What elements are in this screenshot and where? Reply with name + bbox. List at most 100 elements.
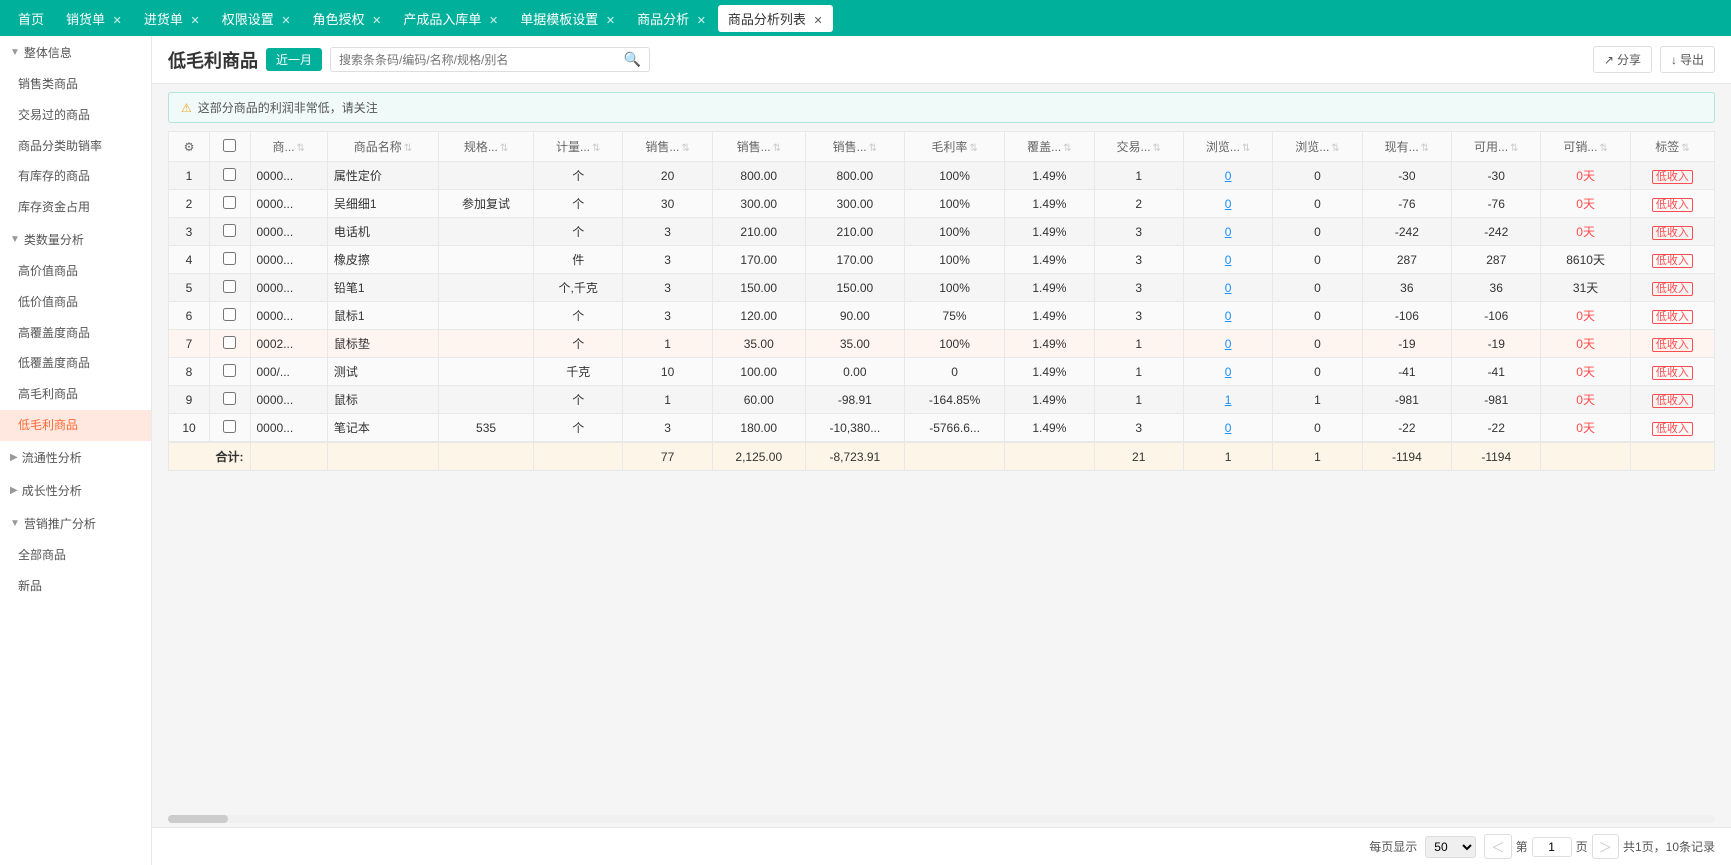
- sidebar-item-low-coverage[interactable]: 低覆盖度商品: [0, 348, 151, 379]
- row-checkbox[interactable]: [223, 364, 236, 377]
- sidebar-item-high-coverage[interactable]: 高覆盖度商品: [0, 318, 151, 349]
- cell-saleable: 0天: [1541, 386, 1630, 414]
- cell-checkbox[interactable]: [210, 302, 250, 330]
- cell-browse1[interactable]: 0: [1183, 330, 1272, 358]
- search-input[interactable]: [339, 53, 624, 67]
- row-checkbox[interactable]: [223, 196, 236, 209]
- cell-checkbox[interactable]: [210, 330, 250, 358]
- col-checkbox[interactable]: [210, 132, 250, 162]
- cell-browse1[interactable]: 0: [1183, 246, 1272, 274]
- nav-home[interactable]: 首页: [8, 5, 54, 32]
- cell-checkbox[interactable]: [210, 162, 250, 190]
- cell-browse1[interactable]: 0: [1183, 162, 1272, 190]
- col-gross-rate[interactable]: 毛利率⇅: [904, 132, 1004, 162]
- cell-spec: [439, 330, 534, 358]
- col-trade[interactable]: 交易...⇅: [1094, 132, 1183, 162]
- col-coverage[interactable]: 覆盖...⇅: [1005, 132, 1094, 162]
- col-current-stock[interactable]: 现有...⇅: [1362, 132, 1451, 162]
- cell-checkbox[interactable]: [210, 246, 250, 274]
- cell-browse1[interactable]: 0: [1183, 274, 1272, 302]
- row-checkbox[interactable]: [223, 392, 236, 405]
- table-container[interactable]: ⚙ 商...⇅ 商品名称⇅ 规格...⇅ 计量...⇅ 销售...⇅ 销售...…: [152, 131, 1731, 815]
- cell-checkbox[interactable]: [210, 386, 250, 414]
- sidebar-item-category-rate[interactable]: 商品分类助销率: [0, 131, 151, 162]
- cell-sales-amount: 35.00: [805, 330, 904, 358]
- nav-purchase[interactable]: 进货单 ✕: [134, 5, 210, 32]
- close-icon[interactable]: ✕: [190, 15, 199, 27]
- cell-checkbox[interactable]: [210, 358, 250, 386]
- close-icon[interactable]: ✕: [697, 15, 706, 27]
- nav-roles[interactable]: 角色授权 ✕: [303, 5, 392, 32]
- cell-checkbox[interactable]: [210, 274, 250, 302]
- sidebar-item-high-margin[interactable]: 高毛利商品: [0, 379, 151, 410]
- col-unit[interactable]: 计量...⇅: [534, 132, 623, 162]
- nav-template[interactable]: 单据模板设置 ✕: [510, 5, 625, 32]
- col-setting[interactable]: ⚙: [169, 132, 210, 162]
- close-icon[interactable]: ✕: [113, 15, 122, 27]
- close-icon[interactable]: ✕: [372, 15, 381, 27]
- sidebar-item-all-products[interactable]: 全部商品: [0, 540, 151, 571]
- row-checkbox[interactable]: [223, 224, 236, 237]
- nav-analysis[interactable]: 商品分析 ✕: [627, 5, 716, 32]
- col-sales-price[interactable]: 销售...⇅: [712, 132, 805, 162]
- sidebar-item-stock-capital[interactable]: 库存资金占用: [0, 192, 151, 223]
- cell-checkbox[interactable]: [210, 218, 250, 246]
- export-button[interactable]: ↓ 导出: [1660, 46, 1715, 73]
- col-sales-qty[interactable]: 销售...⇅: [623, 132, 712, 162]
- sidebar-group-quantity[interactable]: ▼ 类数量分析: [0, 223, 151, 256]
- row-checkbox[interactable]: [223, 168, 236, 181]
- sidebar-item-sales-products[interactable]: 销售类商品: [0, 69, 151, 100]
- close-icon[interactable]: ✕: [489, 15, 498, 27]
- row-checkbox[interactable]: [223, 336, 236, 349]
- sidebar-group-overall[interactable]: ▼ 整体信息: [0, 36, 151, 69]
- sidebar-item-traded-products[interactable]: 交易过的商品: [0, 100, 151, 131]
- sidebar-item-high-value[interactable]: 高价值商品: [0, 256, 151, 287]
- row-checkbox[interactable]: [223, 308, 236, 321]
- row-checkbox[interactable]: [223, 280, 236, 293]
- col-browse2[interactable]: 浏览...⇅: [1273, 132, 1362, 162]
- sidebar-item-new-products[interactable]: 新品: [0, 571, 151, 602]
- sidebar-item-stock-products[interactable]: 有库存的商品: [0, 161, 151, 192]
- col-tag[interactable]: 标签⇅: [1630, 132, 1714, 162]
- nav-permissions[interactable]: 权限设置 ✕: [212, 5, 301, 32]
- sidebar-item-low-margin[interactable]: 低毛利商品: [0, 410, 151, 441]
- per-page-select[interactable]: 50 100 200: [1425, 836, 1476, 858]
- period-button[interactable]: 近一月: [266, 48, 322, 71]
- sidebar-group-flow[interactable]: ▶ 流通性分析: [0, 441, 151, 474]
- search-icon[interactable]: 🔍: [624, 51, 641, 68]
- col-name[interactable]: 商品名称⇅: [327, 132, 438, 162]
- select-all-checkbox[interactable]: [223, 139, 236, 152]
- cell-browse1[interactable]: 0: [1183, 218, 1272, 246]
- sidebar-item-low-value[interactable]: 低价值商品: [0, 287, 151, 318]
- cell-browse1[interactable]: 1: [1183, 386, 1272, 414]
- cell-browse1[interactable]: 0: [1183, 358, 1272, 386]
- col-saleable[interactable]: 可销...⇅: [1541, 132, 1630, 162]
- page-input[interactable]: [1532, 837, 1572, 857]
- nav-products[interactable]: 产成品入库单 ✕: [393, 5, 508, 32]
- sidebar-group-marketing[interactable]: ▼ 营销推广分析: [0, 507, 151, 540]
- cell-browse1[interactable]: 0: [1183, 302, 1272, 330]
- cell-browse1[interactable]: 0: [1183, 414, 1272, 443]
- prev-page-button[interactable]: ＜: [1484, 834, 1511, 859]
- nav-analysis-list[interactable]: 商品分析列表 ✕: [718, 5, 833, 32]
- cell-name: 测试: [327, 358, 438, 386]
- cell-checkbox[interactable]: [210, 190, 250, 218]
- horizontal-scrollbar[interactable]: [168, 815, 1715, 823]
- close-icon[interactable]: ✕: [814, 15, 823, 27]
- row-checkbox[interactable]: [223, 420, 236, 433]
- row-checkbox[interactable]: [223, 252, 236, 265]
- share-button[interactable]: ↗ 分享: [1593, 46, 1652, 73]
- col-available[interactable]: 可用...⇅: [1452, 132, 1541, 162]
- scroll-thumb[interactable]: [168, 815, 228, 823]
- cell-browse1[interactable]: 0: [1183, 190, 1272, 218]
- next-page-button[interactable]: ＞: [1592, 834, 1619, 859]
- sidebar-group-growth[interactable]: ▶ 成长性分析: [0, 474, 151, 507]
- cell-checkbox[interactable]: [210, 414, 250, 443]
- col-browse1[interactable]: 浏览...⇅: [1183, 132, 1272, 162]
- nav-sales[interactable]: 销货单 ✕: [56, 5, 132, 32]
- col-code[interactable]: 商...⇅: [250, 132, 327, 162]
- col-sales-amount[interactable]: 销售...⇅: [805, 132, 904, 162]
- close-icon[interactable]: ✕: [606, 15, 615, 27]
- col-spec[interactable]: 规格...⇅: [439, 132, 534, 162]
- close-icon[interactable]: ✕: [281, 15, 290, 27]
